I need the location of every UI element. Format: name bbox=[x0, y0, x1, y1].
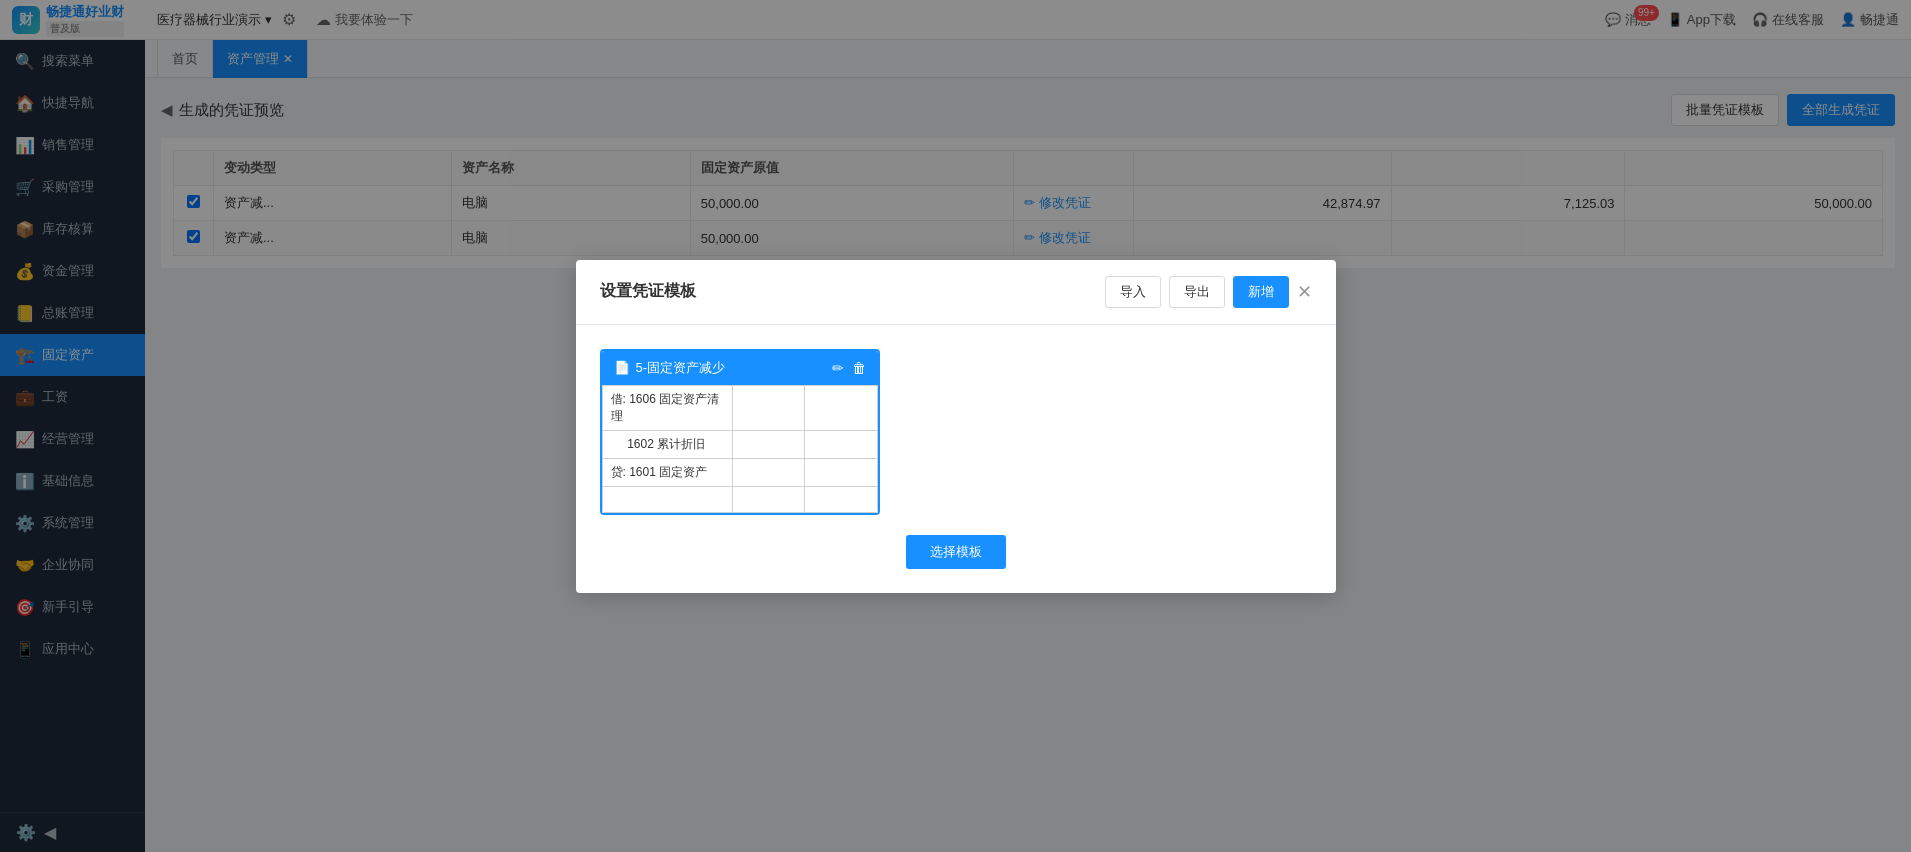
modal-close-btn[interactable]: ✕ bbox=[1297, 281, 1312, 303]
template-row-3: 贷: 1601 固定资产 bbox=[602, 458, 877, 486]
template-edit-icon[interactable]: ✏ bbox=[832, 360, 844, 376]
template-row-4 bbox=[602, 486, 877, 512]
modal-body: 📄 5-固定资产减少 ✏ 🗑 借: 1606 固定资产清理 bbox=[576, 325, 1336, 593]
template-row1-col2 bbox=[732, 385, 805, 430]
template-card-header-actions: ✏ 🗑 bbox=[832, 360, 866, 376]
template-card: 📄 5-固定资产减少 ✏ 🗑 借: 1606 固定资产清理 bbox=[600, 349, 880, 515]
template-row2-label: 1602 累计折旧 bbox=[602, 430, 732, 458]
modal-header: 设置凭证模板 导入 导出 新增 ✕ bbox=[576, 260, 1336, 325]
template-row3-label: 贷: 1601 固定资产 bbox=[602, 458, 732, 486]
new-btn[interactable]: 新增 bbox=[1233, 276, 1289, 308]
template-row2-col2 bbox=[732, 430, 805, 458]
template-inner-table: 借: 1606 固定资产清理 1602 累计折旧 贷: 1601 固定资产 bbox=[602, 385, 878, 513]
template-row-2: 1602 累计折旧 bbox=[602, 430, 877, 458]
template-row4-col2 bbox=[732, 486, 805, 512]
voucher-template-modal: 设置凭证模板 导入 导出 新增 ✕ 📄 5-固定资产减少 ✏ 🗑 bbox=[576, 260, 1336, 593]
template-card-title: 5-固定资产减少 bbox=[636, 359, 726, 377]
modal-header-actions: 导入 导出 新增 ✕ bbox=[1105, 276, 1312, 308]
template-row2-col3 bbox=[805, 430, 878, 458]
modal-title: 设置凭证模板 bbox=[600, 281, 696, 302]
template-row3-col3 bbox=[805, 458, 878, 486]
modal-overlay[interactable]: 设置凭证模板 导入 导出 新增 ✕ 📄 5-固定资产减少 ✏ 🗑 bbox=[0, 0, 1911, 852]
template-card-header: 📄 5-固定资产减少 ✏ 🗑 bbox=[602, 351, 878, 385]
template-row4-label bbox=[602, 486, 732, 512]
template-row1-label: 借: 1606 固定资产清理 bbox=[602, 385, 732, 430]
choose-template-area: 选择模板 bbox=[600, 535, 1312, 569]
template-row-1: 借: 1606 固定资产清理 bbox=[602, 385, 877, 430]
template-row4-col3 bbox=[805, 486, 878, 512]
template-delete-icon[interactable]: 🗑 bbox=[852, 360, 866, 376]
template-doc-icon: 📄 bbox=[614, 360, 630, 375]
choose-template-btn[interactable]: 选择模板 bbox=[906, 535, 1006, 569]
template-card-header-left: 📄 5-固定资产减少 bbox=[614, 359, 726, 377]
template-row3-col2 bbox=[732, 458, 805, 486]
template-row1-col3 bbox=[805, 385, 878, 430]
import-btn[interactable]: 导入 bbox=[1105, 276, 1161, 308]
export-btn[interactable]: 导出 bbox=[1169, 276, 1225, 308]
